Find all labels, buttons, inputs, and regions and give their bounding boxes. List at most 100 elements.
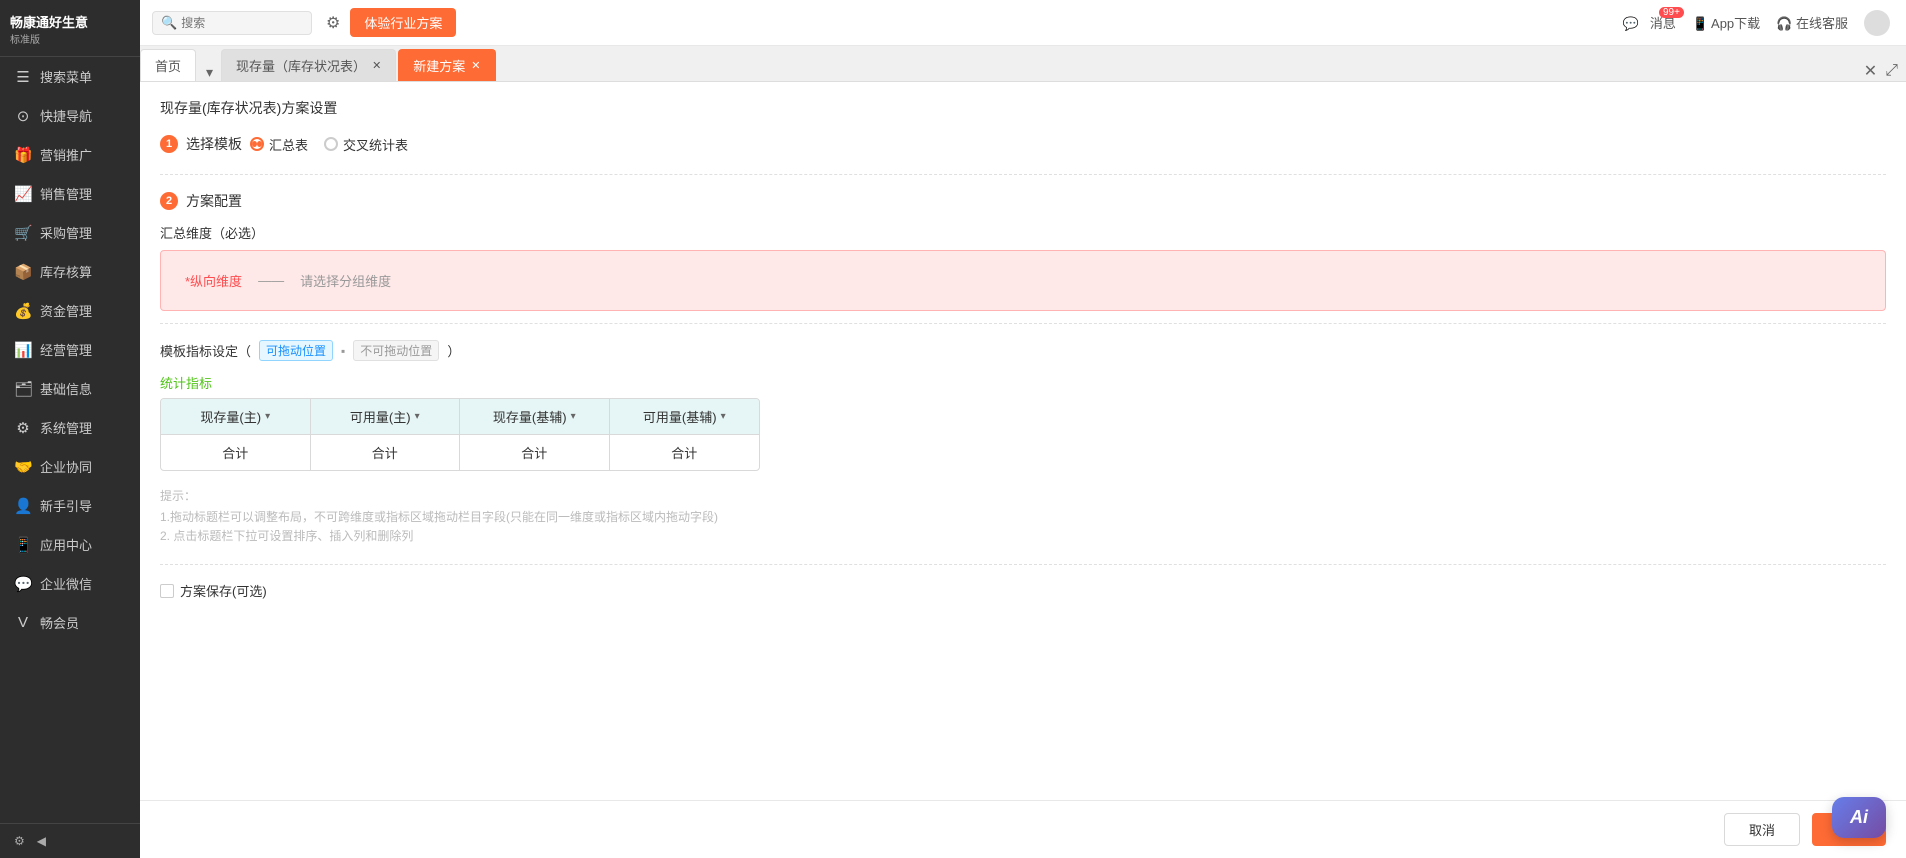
tab-new-plan-close[interactable]: ✕ — [471, 59, 480, 72]
app-download-button[interactable]: 📱 App下载 — [1692, 13, 1760, 32]
sidebar-nav: ☰ 搜索菜单 ⊙ 快捷导航 🎁 营销推广 📈 销售管理 🛒 采购管理 📦 库存核… — [0, 57, 140, 823]
tab-new-plan-label: 新建方案 — [413, 56, 465, 75]
marketing-icon: 🎁 — [14, 146, 32, 164]
search-input[interactable] — [181, 16, 301, 30]
purchase-label: 采购管理 — [40, 223, 92, 242]
radio-cross[interactable]: 交叉统计表 — [324, 135, 408, 154]
sidebar-item-newcomer[interactable]: 👤 新手引导 — [0, 486, 140, 525]
sidebar-item-sales[interactable]: 📈 销售管理 — [0, 174, 140, 213]
management-label: 经营管理 — [40, 340, 92, 359]
sales-label: 销售管理 — [40, 184, 92, 203]
stats-col-cell-1: 合计 — [311, 435, 461, 470]
trial-button[interactable]: 体验行业方案 — [350, 8, 456, 37]
tips-title: 提示： — [160, 487, 1886, 504]
system-label: 系统管理 — [40, 418, 92, 437]
topbar-right: 💬 99+ 消息 📱 App下载 🎧 在线客服 — [1623, 10, 1894, 36]
sidebar-footer: ⚙ ◀ — [0, 823, 140, 858]
radio-summary[interactable]: 汇总表 — [250, 135, 308, 154]
stats-col-header-0[interactable]: 现存量(主)▾ — [161, 399, 311, 434]
sidebar-item-vip[interactable]: V 畅会员 — [0, 603, 140, 642]
window-close-icon[interactable]: ✕ — [1864, 61, 1877, 81]
tab-new-plan[interactable]: 新建方案 ✕ — [398, 49, 495, 81]
window-expand-icon[interactable]: ⤢ — [1885, 62, 1898, 80]
stats-col-cell-3: 合计 — [610, 435, 760, 470]
app-logo: 畅康通好生意 标准版 — [0, 0, 140, 57]
ai-float-button[interactable]: Ai — [1832, 797, 1886, 838]
sidebar-item-management[interactable]: 📊 经营管理 — [0, 330, 140, 369]
radio-cross-circle — [324, 137, 338, 151]
cancel-button[interactable]: 取消 — [1724, 813, 1800, 846]
management-icon: 📊 — [14, 341, 32, 359]
sidebar-item-finance[interactable]: 💰 资金管理 — [0, 291, 140, 330]
message-badge: 99+ — [1659, 7, 1684, 18]
dimension-placeholder[interactable]: 请选择分组维度 — [300, 271, 391, 290]
quick-nav-label: 快捷导航 — [40, 106, 92, 125]
save-checkbox[interactable] — [160, 584, 174, 598]
enterprise-icon: 🤝 — [14, 458, 32, 476]
indicator-settings: 模板指标设定（ 可拖动位置 ▪ 不可拖动位置 ） 统计指标 现存量(主)▾可用量… — [160, 340, 1886, 471]
wechat-label: 企业微信 — [40, 574, 92, 593]
inventory-label: 库存核算 — [40, 262, 92, 281]
section2-number: 2 — [160, 192, 178, 210]
col-sub-2: 合计 — [521, 443, 547, 462]
stats-col-header-1[interactable]: 可用量(主)▾ — [311, 399, 461, 434]
sidebar-item-enterprise[interactable]: 🤝 企业协同 — [0, 447, 140, 486]
sidebar-item-marketing[interactable]: 🎁 营销推广 — [0, 135, 140, 174]
sales-icon: 📈 — [14, 185, 32, 203]
footer-buttons: 取消 查询 — [140, 800, 1906, 858]
indicator-settings-header: 模板指标设定（ 可拖动位置 ▪ 不可拖动位置 ） — [160, 340, 1886, 361]
topbar: 🔍 ⚙ 体验行业方案 💬 99+ 消息 📱 App下载 🎧 在线客服 — [140, 0, 1906, 46]
page-title: 现存量(库存状况表)方案设置 — [160, 98, 1886, 118]
enterprise-label: 企业协同 — [40, 457, 92, 476]
message-icon: 💬 — [1623, 16, 1639, 31]
app-center-label: 应用中心 — [40, 535, 92, 554]
headset-icon: 🎧 — [1776, 16, 1792, 31]
message-button[interactable]: 💬 99+ 消息 — [1623, 13, 1676, 32]
settings-icon[interactable]: ⚙ — [14, 834, 25, 848]
sidebar-item-search-menu[interactable]: ☰ 搜索菜单 — [0, 57, 140, 96]
radio-summary-circle — [250, 137, 264, 151]
tab-inventory-label: 现存量（库存状况表） — [236, 56, 366, 75]
app-center-icon: 📱 — [14, 536, 32, 554]
save-option: 方案保存(可选) — [160, 581, 1886, 600]
section1-header: 1 选择模板 汇总表 交叉统计表 — [160, 134, 1886, 154]
user-info[interactable] — [1864, 10, 1894, 36]
sidebar-item-inventory[interactable]: 📦 库存核算 — [0, 252, 140, 291]
radio-cross-label: 交叉统计表 — [343, 135, 408, 154]
stats-table: 现存量(主)▾可用量(主)▾现存量(基辅)▾可用量(基辅)▾ 合计合计合计合计 — [160, 398, 760, 471]
sidebar-item-system[interactable]: ⚙ 系统管理 — [0, 408, 140, 447]
tab-inventory-close[interactable]: ✕ — [372, 59, 381, 72]
col-label-2: 现存量(基辅) — [493, 407, 567, 426]
topbar-gear-icon[interactable]: ⚙ — [326, 13, 340, 33]
stats-col-header-2[interactable]: 现存量(基辅) ▾ — [460, 399, 610, 434]
indicator-sep: ▪ — [341, 344, 345, 358]
col-sub-1: 合计 — [372, 443, 398, 462]
tips-item-2: 2. 点击标题栏下拉可设置排序、插入列和删除列 — [160, 527, 1886, 544]
collapse-icon[interactable]: ◀ — [37, 834, 46, 848]
search-box[interactable]: 🔍 — [152, 11, 312, 35]
wechat-icon: 💬 — [14, 575, 32, 593]
sidebar-item-app-center[interactable]: 📱 应用中心 — [0, 525, 140, 564]
main-area: 🔍 ⚙ 体验行业方案 💬 99+ 消息 📱 App下载 🎧 在线客服 — [140, 0, 1906, 858]
finance-label: 资金管理 — [40, 301, 92, 320]
sidebar-item-basic-info[interactable]: 🗂 基础信息 — [0, 369, 140, 408]
stats-col-header-3[interactable]: 可用量(基辅)▾ — [610, 399, 760, 434]
section1-number: 1 — [160, 135, 178, 153]
sidebar-item-quick-nav[interactable]: ⊙ 快捷导航 — [0, 96, 140, 135]
app-download-label: App下载 — [1711, 16, 1760, 31]
col-chevron-2: ▾ — [571, 411, 576, 422]
col-label-0: 现存量(主) — [200, 407, 261, 426]
tab-inventory-status[interactable]: 现存量（库存状况表） ✕ — [221, 49, 396, 81]
section-choose-template: 1 选择模板 汇总表 交叉统计表 — [160, 134, 1886, 154]
tab-expand-icon[interactable]: ▾ — [198, 64, 221, 81]
tab-home[interactable]: 首页 — [140, 49, 196, 81]
sidebar-item-purchase[interactable]: 🛒 采购管理 — [0, 213, 140, 252]
radio-summary-label: 汇总表 — [269, 135, 308, 154]
marketing-label: 营销推广 — [40, 145, 92, 164]
online-service-button[interactable]: 🎧 在线客服 — [1776, 13, 1848, 32]
vip-label: 畅会员 — [40, 613, 79, 632]
online-service-label: 在线客服 — [1796, 16, 1848, 31]
sidebar-item-wechat[interactable]: 💬 企业微信 — [0, 564, 140, 603]
window-buttons: ✕ ⤢ — [1864, 61, 1906, 81]
section1-title: 选择模板 — [186, 134, 242, 154]
